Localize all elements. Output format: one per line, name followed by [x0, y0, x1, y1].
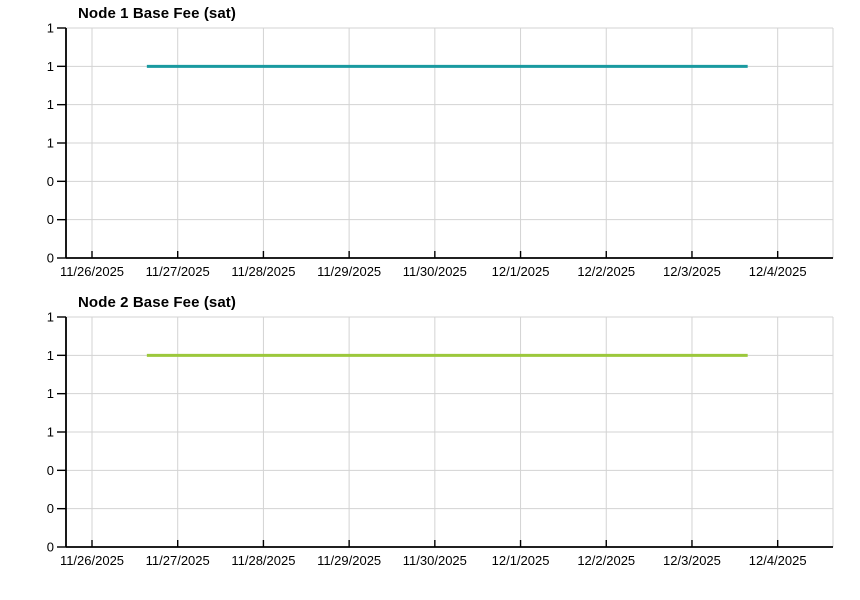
y-tick-label: 0 — [47, 463, 54, 478]
x-tick-label: 11/26/2025 — [60, 264, 124, 279]
y-tick-label: 0 — [47, 174, 54, 189]
x-tick-label: 12/3/2025 — [663, 553, 721, 568]
y-tick-label: 1 — [47, 386, 54, 401]
chart-1-canvas: 1 1 1 1 0 0 0 11/26/2025 11/27/2025 11/28/2025 11/… — [47, 21, 834, 279]
chart-node-1-base-fee: Node 1 Base Fee (sat) 1 1 1 1 0 0 0 11/26/2025 1… — [0, 0, 860, 290]
y-tick-label: 1 — [47, 97, 54, 112]
y-tick-label: 1 — [47, 59, 54, 74]
x-tick-label: 12/2/2025 — [577, 553, 635, 568]
y-tick-label: 0 — [47, 212, 54, 227]
x-tick-label: 12/1/2025 — [492, 553, 550, 568]
fee-dashboard: Node 1 Base Fee (sat) 1 1 1 1 0 0 0 11/26/2025 1… — [0, 0, 860, 600]
y-tick-label: 1 — [47, 425, 54, 440]
x-tick-label: 11/27/2025 — [146, 553, 210, 568]
y-tick-label: 0 — [47, 251, 54, 266]
chart-2-canvas: 1 1 1 1 0 0 0 11/26/2025 11/27/2025 11/28/2025 11/… — [47, 310, 834, 568]
x-tick-label: 11/28/2025 — [231, 553, 295, 568]
x-tick-label: 11/30/2025 — [403, 553, 467, 568]
chart-node-2-base-fee: Node 2 Base Fee (sat) 1 1 1 1 0 0 0 11/26/2025 1… — [0, 289, 860, 579]
y-tick-label: 0 — [47, 540, 54, 555]
x-tick-label: 12/2/2025 — [577, 264, 635, 279]
x-tick-label: 12/3/2025 — [663, 264, 721, 279]
y-tick-label: 1 — [47, 21, 54, 36]
y-tick-label: 0 — [47, 501, 54, 516]
x-tick-label: 12/1/2025 — [492, 264, 550, 279]
x-tick-label: 11/30/2025 — [403, 264, 467, 279]
x-tick-label: 11/28/2025 — [231, 264, 295, 279]
x-tick-label: 11/27/2025 — [146, 264, 210, 279]
x-tick-label: 11/29/2025 — [317, 264, 381, 279]
y-tick-label: 1 — [47, 348, 54, 363]
y-tick-label: 1 — [47, 310, 54, 325]
x-tick-label: 11/29/2025 — [317, 553, 381, 568]
x-tick-label: 12/4/2025 — [749, 553, 807, 568]
x-tick-label: 12/4/2025 — [749, 264, 807, 279]
x-tick-label: 11/26/2025 — [60, 553, 124, 568]
y-tick-label: 1 — [47, 136, 54, 151]
